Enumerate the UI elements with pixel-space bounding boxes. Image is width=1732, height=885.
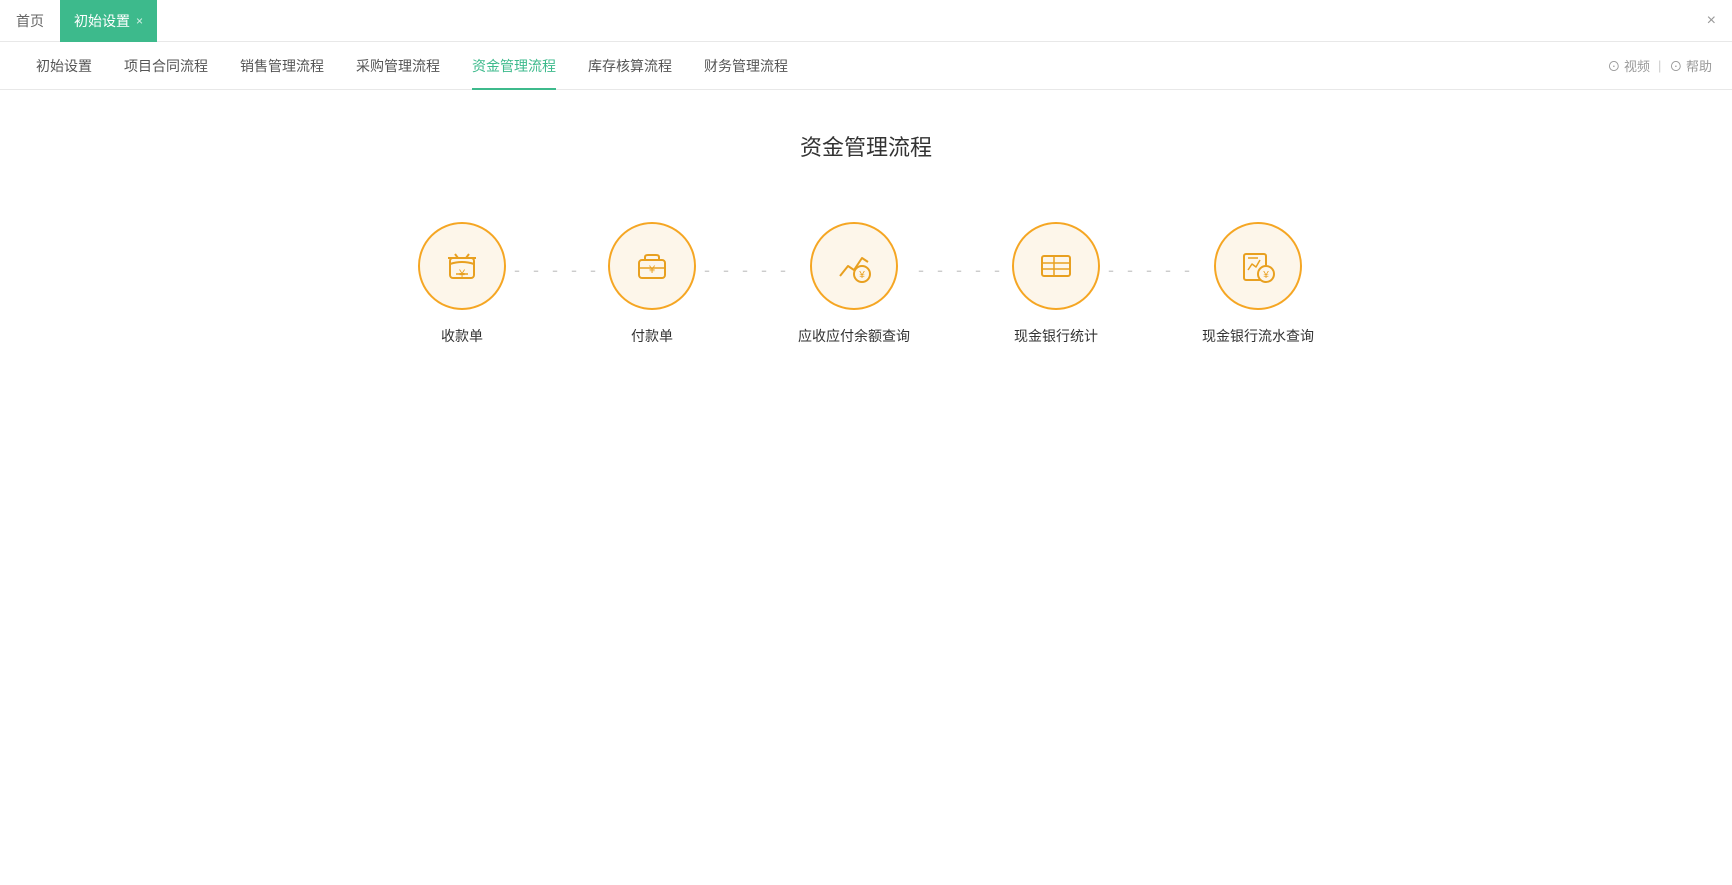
top-bar-right: × xyxy=(1707,12,1732,30)
flow-circle-payment: ¥ xyxy=(608,222,696,310)
flow-connector-3: - - - - - xyxy=(910,260,1012,309)
flow-dots-1: - - - - - xyxy=(514,260,600,281)
flow-item-payment[interactable]: ¥ 付款单 xyxy=(608,222,696,346)
svg-text:¥: ¥ xyxy=(648,264,656,276)
nav-item-inventory-calculation[interactable]: 库存核算流程 xyxy=(572,42,688,90)
active-tab[interactable]: 初始设置 × xyxy=(60,0,157,42)
cash-flow-icon: ¥ xyxy=(1236,244,1280,288)
home-tab[interactable]: 首页 xyxy=(0,0,60,42)
flow-connector-2: - - - - - xyxy=(696,260,798,309)
nav-bar-actions: ⊙ 视频 | ⊙ 帮助 xyxy=(1607,56,1712,75)
nav-item-fund-management[interactable]: 资金管理流程 xyxy=(456,42,572,90)
flow-dots-2: - - - - - xyxy=(704,260,790,281)
payment-icon: ¥ xyxy=(630,244,674,288)
divider: | xyxy=(1658,58,1661,73)
flow-label-cash-flow: 现金银行流水查询 xyxy=(1202,326,1314,346)
cash-bank-icon xyxy=(1034,244,1078,288)
svg-text:¥: ¥ xyxy=(858,270,865,281)
nav-item-purchase-management[interactable]: 采购管理流程 xyxy=(340,42,456,90)
flow-connector-4: - - - - - xyxy=(1100,260,1202,309)
flow-item-receipt[interactable]: ¥ 收款单 xyxy=(418,222,506,346)
window-close-button[interactable]: × xyxy=(1707,12,1716,30)
flow-item-cash-bank[interactable]: 现金银行统计 xyxy=(1012,222,1100,346)
flow-circle-receipt: ¥ xyxy=(418,222,506,310)
flow-label-ar-ap: 应收应付余额查询 xyxy=(798,326,910,346)
nav-item-project-contract[interactable]: 项目合同流程 xyxy=(108,42,224,90)
flow-circle-cash-bank xyxy=(1012,222,1100,310)
ar-ap-icon: ¥ xyxy=(832,244,876,288)
receipt-icon: ¥ xyxy=(440,244,484,288)
nav-item-financial-management[interactable]: 财务管理流程 xyxy=(688,42,804,90)
flow-circle-cash-flow: ¥ xyxy=(1214,222,1302,310)
nav-item-sales-management[interactable]: 销售管理流程 xyxy=(224,42,340,90)
flow-dots-4: - - - - - xyxy=(1108,260,1194,281)
close-tab-icon[interactable]: × xyxy=(136,14,143,28)
flow-label-cash-bank: 现金银行统计 xyxy=(1014,326,1098,346)
flow-dots-3: - - - - - xyxy=(918,260,1004,281)
flow-connector-1: - - - - - xyxy=(506,260,608,309)
flow-label-payment: 付款单 xyxy=(631,326,673,346)
main-content: 资金管理流程 ¥ 收款单 - - - - - xyxy=(0,90,1732,386)
top-bar: 首页 初始设置 × × xyxy=(0,0,1732,42)
video-link[interactable]: ⊙ 视频 xyxy=(1607,56,1650,75)
flow-item-ar-ap[interactable]: ¥ 应收应付余额查询 xyxy=(798,222,910,346)
flow-container: ¥ 收款单 - - - - - ¥ 付款单 xyxy=(418,222,1314,346)
active-tab-label: 初始设置 xyxy=(74,11,130,31)
flow-circle-ar-ap: ¥ xyxy=(810,222,898,310)
nav-item-initial-setup[interactable]: 初始设置 xyxy=(20,42,108,90)
flow-item-cash-flow[interactable]: ¥ 现金银行流水查询 xyxy=(1202,222,1314,346)
nav-bar: 初始设置 项目合同流程 销售管理流程 采购管理流程 资金管理流程 库存核算流程 … xyxy=(0,42,1732,90)
flow-label-receipt: 收款单 xyxy=(441,326,483,346)
page-title: 资金管理流程 xyxy=(800,130,932,162)
svg-text:¥: ¥ xyxy=(1262,270,1269,281)
help-link[interactable]: ⊙ 帮助 xyxy=(1669,56,1712,75)
